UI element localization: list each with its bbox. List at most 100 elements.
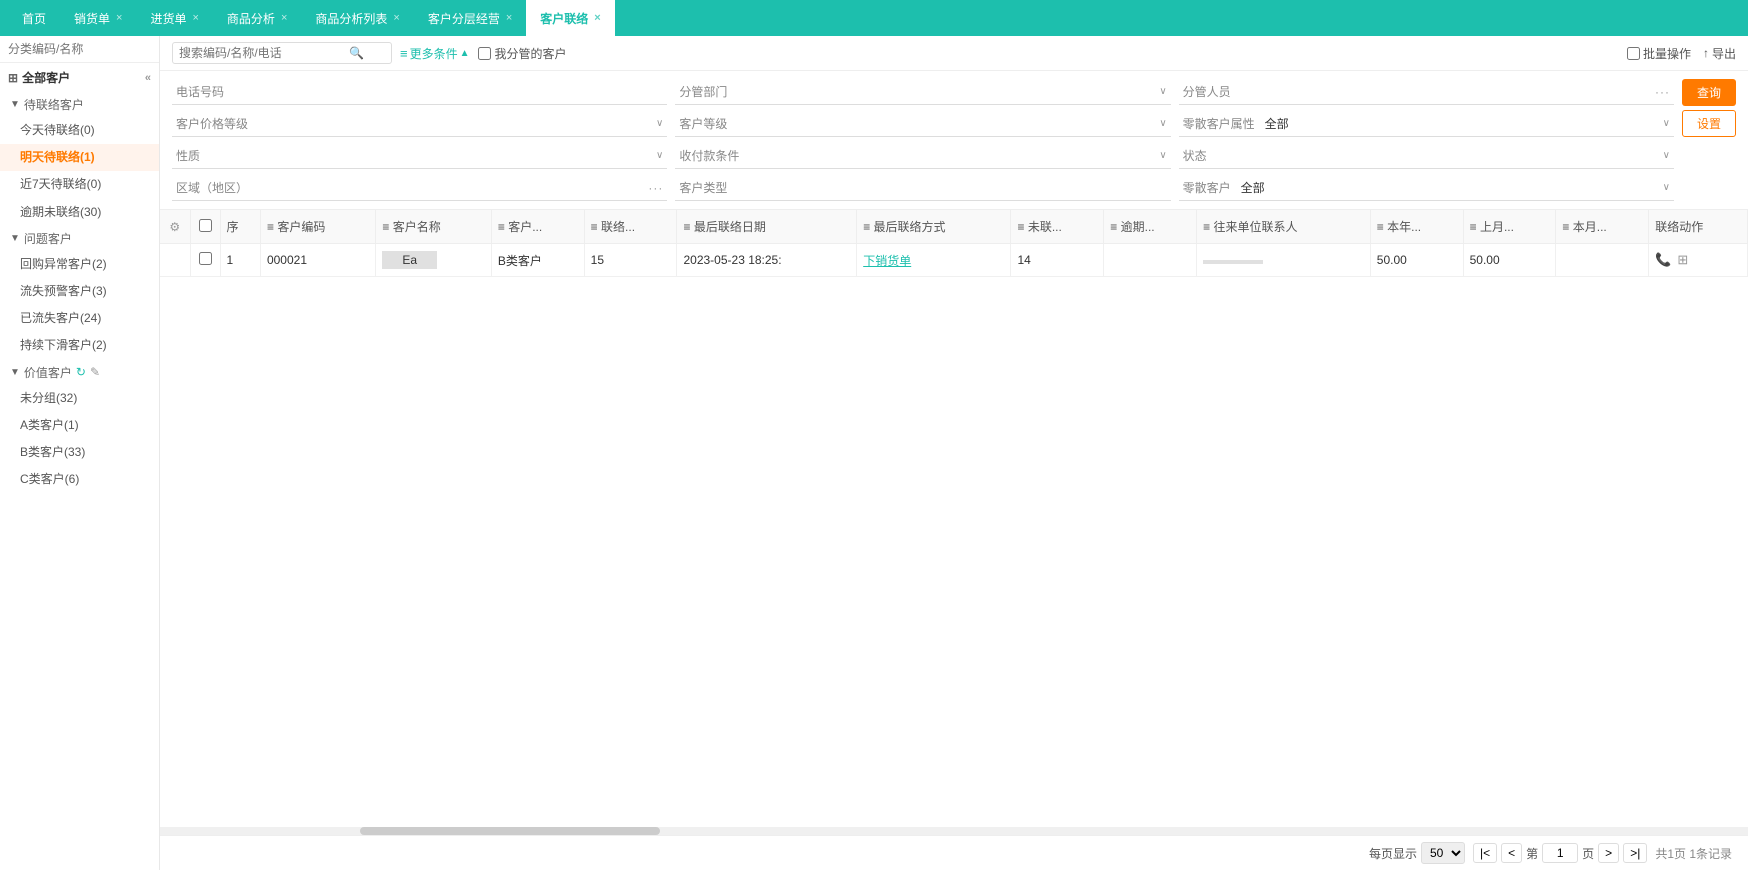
nav-product-analysis-list[interactable]: 商品分析列表 × — [301, 0, 413, 36]
table-area: ⚙ 序 ≡ 客户编码 ≡ 客户名称 ≡ 客户... ≡ 联络... ≡ 最后联络… — [160, 210, 1748, 827]
more-icon[interactable]: ··· — [1655, 85, 1670, 99]
chevron-down-icon[interactable]: ∨ — [656, 150, 663, 161]
sidebar-item-overdue-contact[interactable]: 逾期未联络(30) — [0, 199, 159, 226]
filter-row-1: 电话号码 分管部门 ∨ 分管人员 ··· — [172, 79, 1674, 105]
filter-retail-attr: 零散客户属性 全部 ∨ — [1179, 111, 1674, 137]
collapse-icon[interactable]: « — [145, 72, 151, 84]
filter-retail-customer-value: 全部 — [1241, 179, 1265, 196]
page-number-input[interactable] — [1542, 843, 1578, 863]
col-code: ≡ 客户编码 — [260, 210, 375, 244]
filter-status-label: 状态 — [1183, 147, 1207, 164]
close-icon[interactable]: × — [393, 12, 399, 24]
col-last-contact-date: ≡ 最后联络日期 — [677, 210, 857, 244]
col-unit-contact: ≡ 往来单位联系人 — [1197, 210, 1371, 244]
filter-manager: 分管人员 ··· — [1179, 79, 1674, 105]
batch-check[interactable] — [1627, 47, 1640, 60]
chevron-down-icon[interactable]: ∨ — [656, 118, 663, 129]
filter-payment: 收付款条件 ∨ — [675, 143, 1170, 169]
more-conditions-button[interactable]: ≡ 更多条件 ▲ — [400, 45, 470, 62]
sidebar-item-tomorrow-contact[interactable]: 明天待联络(1) — [0, 144, 159, 171]
filter-nature: 性质 ∨ — [172, 143, 667, 169]
advanced-filter-panel: 电话号码 分管部门 ∨ 分管人员 ··· — [160, 71, 1748, 210]
sidebar-item-class-a[interactable]: A类客户(1) — [0, 412, 159, 439]
close-icon[interactable]: × — [594, 12, 600, 24]
customer-table: ⚙ 序 ≡ 客户编码 ≡ 客户名称 ≡ 客户... ≡ 联络... ≡ 最后联络… — [160, 210, 1748, 277]
row-uncontacted: 14 — [1011, 244, 1104, 277]
horizontal-scrollbar[interactable] — [160, 827, 1748, 835]
sidebar-group-pending-contact[interactable]: ▼ 待联络客户 — [0, 92, 159, 117]
my-customers-checkbox[interactable]: 我分管的客户 — [478, 45, 567, 62]
per-page-select[interactable]: 50 — [1421, 842, 1465, 864]
col-uncontacted: ≡ 未联... — [1011, 210, 1104, 244]
refresh-icon[interactable]: ↻ — [76, 365, 86, 379]
col-overdue: ≡ 逾期... — [1104, 210, 1197, 244]
my-customers-check[interactable] — [478, 47, 491, 60]
sidebar-item-7days-contact[interactable]: 近7天待联络(0) — [0, 171, 159, 198]
sidebar-group-value-customers[interactable]: ▼ 价值客户 ↻ ✎ — [0, 360, 159, 385]
scrollbar-thumb[interactable] — [360, 827, 660, 835]
close-icon[interactable]: × — [192, 12, 198, 24]
nav-customer-contact[interactable]: 客户联络 × — [526, 0, 614, 36]
sidebar-all-customers[interactable]: ⊞ 全部客户 « — [0, 63, 159, 92]
sidebar-item-repurchase-abnormal[interactable]: 回购异常客户(2) — [0, 251, 159, 278]
action-icons: 📞 ⊞ — [1655, 252, 1741, 268]
last-contact-method-link[interactable]: 下销货单 — [863, 254, 911, 268]
row-unit-contact — [1197, 244, 1371, 277]
nav-customer-layering[interactable]: 客户分层经营 × — [414, 0, 526, 36]
more-icon[interactable]: ··· — [648, 181, 663, 195]
sidebar-search-input[interactable] — [8, 42, 160, 56]
row-checkbox[interactable] — [190, 244, 220, 277]
right-actions: 批量操作 ↑ 导出 — [1627, 45, 1736, 62]
nav-product-analysis[interactable]: 商品分析 × — [213, 0, 301, 36]
nav-home[interactable]: 首页 — [8, 0, 60, 36]
sidebar-item-churn-warning[interactable]: 流失预警客户(3) — [0, 278, 159, 305]
close-icon[interactable]: × — [116, 12, 122, 24]
table-checkbox-col[interactable] — [190, 210, 220, 244]
chevron-down-icon[interactable]: ∨ — [1159, 150, 1166, 161]
table-row: 1 000021 Ea B类客户 15 2023-05-23 18:25: 下销… — [160, 244, 1748, 277]
search-icon[interactable]: 🔍 — [349, 46, 364, 60]
query-button[interactable]: 查询 — [1682, 79, 1736, 106]
row-code: 000021 — [260, 244, 375, 277]
settings-button[interactable]: 设置 — [1682, 110, 1736, 137]
filter-retail-attr-value: 全部 — [1265, 115, 1289, 132]
filter-actions: 查询 设置 — [1674, 79, 1736, 201]
chevron-down-icon[interactable]: ∨ — [1159, 86, 1166, 97]
nav-sales-order[interactable]: 销货单 × — [60, 0, 136, 36]
row-select-checkbox[interactable] — [199, 252, 212, 265]
table-settings-col[interactable]: ⚙ — [160, 210, 190, 244]
export-button[interactable]: ↑ 导出 — [1703, 45, 1736, 62]
sidebar-item-churned[interactable]: 已流失客户(24) — [0, 305, 159, 332]
last-page-button[interactable]: >| — [1623, 843, 1647, 863]
col-no: 序 — [220, 210, 260, 244]
sidebar-item-class-b[interactable]: B类客户(33) — [0, 439, 159, 466]
chevron-down-icon[interactable]: ∨ — [1663, 182, 1670, 193]
close-icon[interactable]: × — [506, 12, 512, 24]
filter-price-level: 客户价格等级 ∨ — [172, 111, 667, 137]
sidebar-item-today-contact[interactable]: 今天待联络(0) — [0, 117, 159, 144]
sidebar-item-class-c[interactable]: C类客户(6) — [0, 466, 159, 493]
nav-purchase-order[interactable]: 进货单 × — [136, 0, 212, 36]
qr-icon[interactable]: ⊞ — [1677, 252, 1688, 268]
filter-bar: 🔍 ≡ 更多条件 ▲ 我分管的客户 批量操作 ↑ 导出 — [160, 36, 1748, 71]
edit-icon[interactable]: ✎ — [90, 365, 100, 379]
sidebar-item-declining[interactable]: 持续下滑客户(2) — [0, 332, 159, 359]
chevron-down-icon[interactable]: ∨ — [1663, 150, 1670, 161]
first-page-button[interactable]: |< — [1473, 843, 1497, 863]
arrow-down-icon: ▼ — [10, 367, 20, 378]
table-footer: 每页显示 50 |< < 第 页 > >| 共1页 1条记录 — [160, 835, 1748, 870]
close-icon[interactable]: × — [281, 12, 287, 24]
batch-operations-button[interactable]: 批量操作 — [1627, 45, 1691, 62]
prev-page-button[interactable]: < — [1501, 843, 1522, 863]
sidebar-group-problem-customers[interactable]: ▼ 问题客户 — [0, 226, 159, 251]
select-all-checkbox[interactable] — [199, 219, 212, 232]
filter-manager-label: 分管人员 — [1183, 83, 1231, 100]
filter-nature-label: 性质 — [176, 147, 200, 164]
sidebar-item-ungrouped[interactable]: 未分组(32) — [0, 385, 159, 412]
chevron-down-icon[interactable]: ∨ — [1159, 118, 1166, 129]
phone-icon[interactable]: 📞 — [1655, 252, 1671, 268]
chevron-down-icon[interactable]: ∨ — [1663, 118, 1670, 129]
row-last-method[interactable]: 下销货单 — [857, 244, 1011, 277]
next-page-button[interactable]: > — [1598, 843, 1619, 863]
search-input[interactable] — [179, 46, 349, 60]
